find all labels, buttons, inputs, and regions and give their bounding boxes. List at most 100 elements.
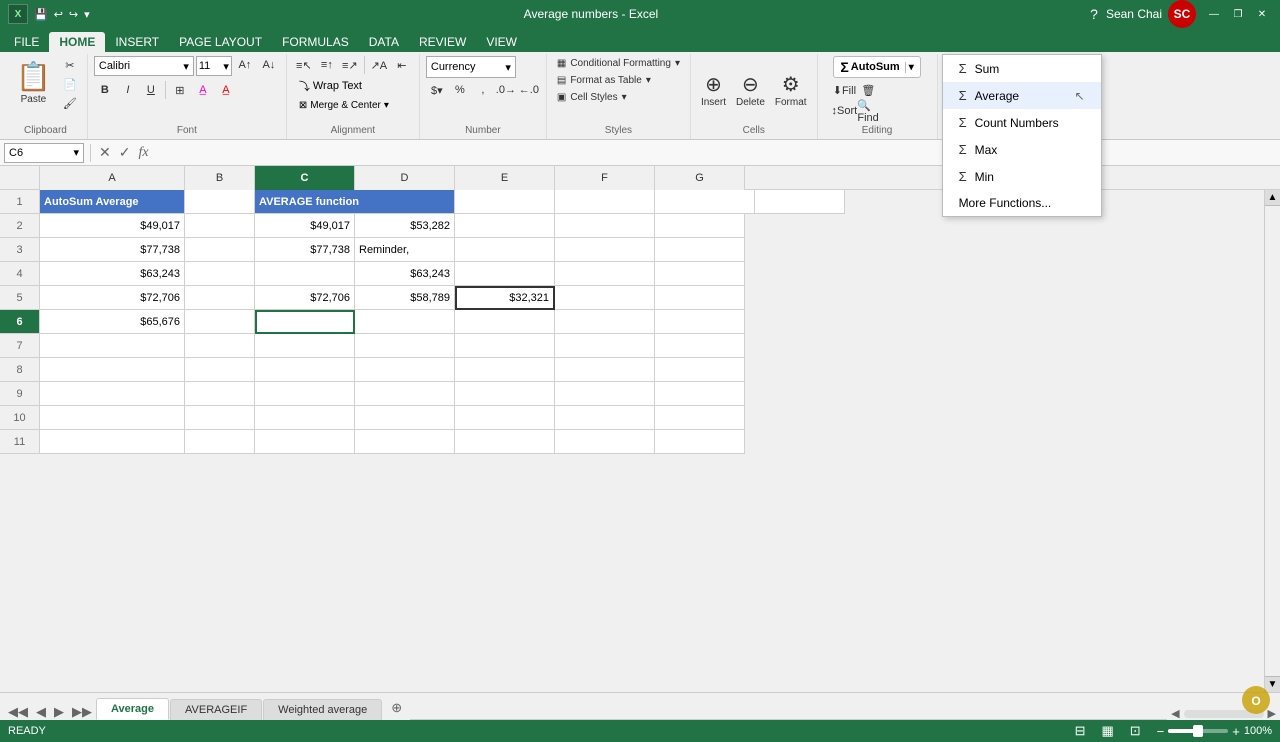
row-num-6[interactable]: 6 bbox=[0, 310, 40, 334]
tab-file[interactable]: FILE bbox=[4, 32, 49, 52]
cell-d1[interactable] bbox=[455, 190, 555, 214]
cell-d4[interactable]: $63,243 bbox=[355, 262, 455, 286]
sheet-nav-next[interactable]: ▶ bbox=[50, 704, 68, 720]
cell-a1[interactable]: AutoSum Average bbox=[40, 190, 185, 214]
font-color-btn[interactable]: A̲ bbox=[215, 81, 237, 99]
underline-btn[interactable]: U bbox=[140, 81, 162, 99]
text-direction-btn[interactable]: ↗A bbox=[368, 56, 390, 74]
zoom-slider[interactable] bbox=[1168, 729, 1228, 733]
col-header-e[interactable]: E bbox=[455, 166, 555, 190]
cell-a6[interactable]: $65,676 bbox=[40, 310, 185, 334]
help-icon[interactable]: ? bbox=[1090, 6, 1098, 22]
wrap-text-btn[interactable]: ⤵ Wrap Text bbox=[293, 76, 368, 96]
col-header-a[interactable]: A bbox=[40, 166, 185, 190]
customize-icon[interactable]: ▾ bbox=[82, 8, 92, 21]
cell-a5[interactable]: $72,706 bbox=[40, 286, 185, 310]
cell-b11[interactable] bbox=[185, 430, 255, 454]
cell-a10[interactable] bbox=[40, 406, 185, 430]
sheet-tab-averageif[interactable]: AVERAGEIF bbox=[170, 699, 262, 720]
cell-c1[interactable]: AVERAGE function bbox=[255, 190, 455, 214]
cell-f3[interactable] bbox=[555, 238, 655, 262]
row-num-4[interactable]: 4 bbox=[0, 262, 40, 286]
zoom-out-btn[interactable]: − bbox=[1157, 724, 1165, 739]
add-sheet-btn[interactable]: ⊕ bbox=[383, 696, 410, 720]
cell-b1[interactable] bbox=[185, 190, 255, 214]
zoom-in-btn[interactable]: + bbox=[1232, 724, 1240, 739]
scroll-track[interactable] bbox=[1265, 206, 1280, 676]
cell-c2[interactable]: $49,017 bbox=[255, 214, 355, 238]
conditional-formatting-btn[interactable]: ▦ Conditional Formatting ▾ bbox=[553, 56, 684, 71]
clear-btn[interactable]: 🗑 bbox=[857, 81, 879, 99]
format-painter-btn[interactable]: 🖌 bbox=[59, 94, 81, 112]
cell-g10[interactable] bbox=[655, 406, 745, 430]
sum-menu-item[interactable]: Σ Sum bbox=[943, 55, 1101, 82]
name-box[interactable]: C6 ▾ bbox=[4, 143, 84, 163]
cut-btn[interactable]: ✂ bbox=[59, 56, 81, 74]
cell-g4[interactable] bbox=[655, 262, 745, 286]
tab-home[interactable]: HOME bbox=[49, 32, 105, 52]
cell-f2[interactable] bbox=[555, 214, 655, 238]
cell-b5[interactable] bbox=[185, 286, 255, 310]
format-table-btn[interactable]: ▤ Format as Table ▾ bbox=[553, 73, 655, 88]
minimize-btn[interactable]: — bbox=[1204, 6, 1224, 22]
cell-d8[interactable] bbox=[355, 358, 455, 382]
cell-d5[interactable]: $58,789 bbox=[355, 286, 455, 310]
cell-f5[interactable] bbox=[555, 286, 655, 310]
tab-insert[interactable]: INSERT bbox=[105, 32, 169, 52]
cell-g9[interactable] bbox=[655, 382, 745, 406]
sheet-tab-weighted[interactable]: Weighted average bbox=[263, 699, 382, 720]
cell-g8[interactable] bbox=[655, 358, 745, 382]
page-layout-icon[interactable]: ⊟ bbox=[1075, 723, 1086, 739]
sheet-tab-average[interactable]: Average bbox=[96, 698, 169, 720]
cell-g1[interactable] bbox=[755, 190, 845, 214]
align-top-right-btn[interactable]: ≡↗ bbox=[339, 56, 361, 74]
col-header-d[interactable]: D bbox=[355, 166, 455, 190]
cell-a11[interactable] bbox=[40, 430, 185, 454]
cell-d7[interactable] bbox=[355, 334, 455, 358]
vertical-scrollbar[interactable]: ▲ ▼ bbox=[1264, 190, 1280, 692]
dec-inc-btn[interactable]: .0→ bbox=[495, 81, 517, 99]
cell-c9[interactable] bbox=[255, 382, 355, 406]
insert-function-btn[interactable]: fx bbox=[136, 145, 150, 161]
cell-e6[interactable] bbox=[455, 310, 555, 334]
cell-a3[interactable]: $77,738 bbox=[40, 238, 185, 262]
formula-input[interactable] bbox=[155, 143, 1276, 163]
normal-view-icon[interactable]: ▦ bbox=[1101, 723, 1113, 739]
scroll-up-btn[interactable]: ▲ bbox=[1265, 190, 1280, 206]
cell-a7[interactable] bbox=[40, 334, 185, 358]
row-num-10[interactable]: 10 bbox=[0, 406, 40, 430]
cell-e2[interactable] bbox=[455, 214, 555, 238]
cell-e5[interactable]: $32,321 bbox=[455, 286, 555, 310]
tab-data[interactable]: DATA bbox=[359, 32, 409, 52]
cell-a4[interactable]: $63,243 bbox=[40, 262, 185, 286]
cell-c6[interactable] bbox=[255, 310, 355, 334]
min-menu-item[interactable]: Σ Min bbox=[943, 163, 1101, 190]
cell-e7[interactable] bbox=[455, 334, 555, 358]
sort-filter-btn[interactable]: ↕Sort bbox=[833, 102, 855, 120]
cell-d9[interactable] bbox=[355, 382, 455, 406]
comma-btn[interactable]: , bbox=[472, 81, 494, 99]
tab-review[interactable]: REVIEW bbox=[409, 32, 476, 52]
sheet-nav-last[interactable]: ▶▶ bbox=[68, 704, 96, 720]
max-menu-item[interactable]: Σ Max bbox=[943, 136, 1101, 163]
cell-g7[interactable] bbox=[655, 334, 745, 358]
cell-d6[interactable] bbox=[355, 310, 455, 334]
row-num-5[interactable]: 5 bbox=[0, 286, 40, 310]
cell-e4[interactable] bbox=[455, 262, 555, 286]
merge-center-btn[interactable]: ⊠ Merge & Center ▾ bbox=[293, 98, 395, 113]
cell-c10[interactable] bbox=[255, 406, 355, 430]
formula-cancel-btn[interactable]: ✕ bbox=[97, 144, 113, 161]
border-btn[interactable]: ⊞ bbox=[169, 81, 191, 99]
align-top-center-btn[interactable]: ≡↑ bbox=[316, 56, 338, 74]
paste-btn[interactable]: 📋 Paste bbox=[10, 56, 57, 109]
row-num-11[interactable]: 11 bbox=[0, 430, 40, 454]
sheet-nav-prev[interactable]: ◀ bbox=[32, 704, 50, 720]
autosum-dropdown-icon[interactable]: ▾ bbox=[905, 62, 914, 73]
cell-a9[interactable] bbox=[40, 382, 185, 406]
cell-f7[interactable] bbox=[555, 334, 655, 358]
cell-c4[interactable] bbox=[255, 262, 355, 286]
cell-e11[interactable] bbox=[455, 430, 555, 454]
autosum-btn[interactable]: Σ AutoSum ▾ bbox=[833, 56, 920, 78]
cell-f9[interactable] bbox=[555, 382, 655, 406]
cell-a2[interactable]: $49,017 bbox=[40, 214, 185, 238]
